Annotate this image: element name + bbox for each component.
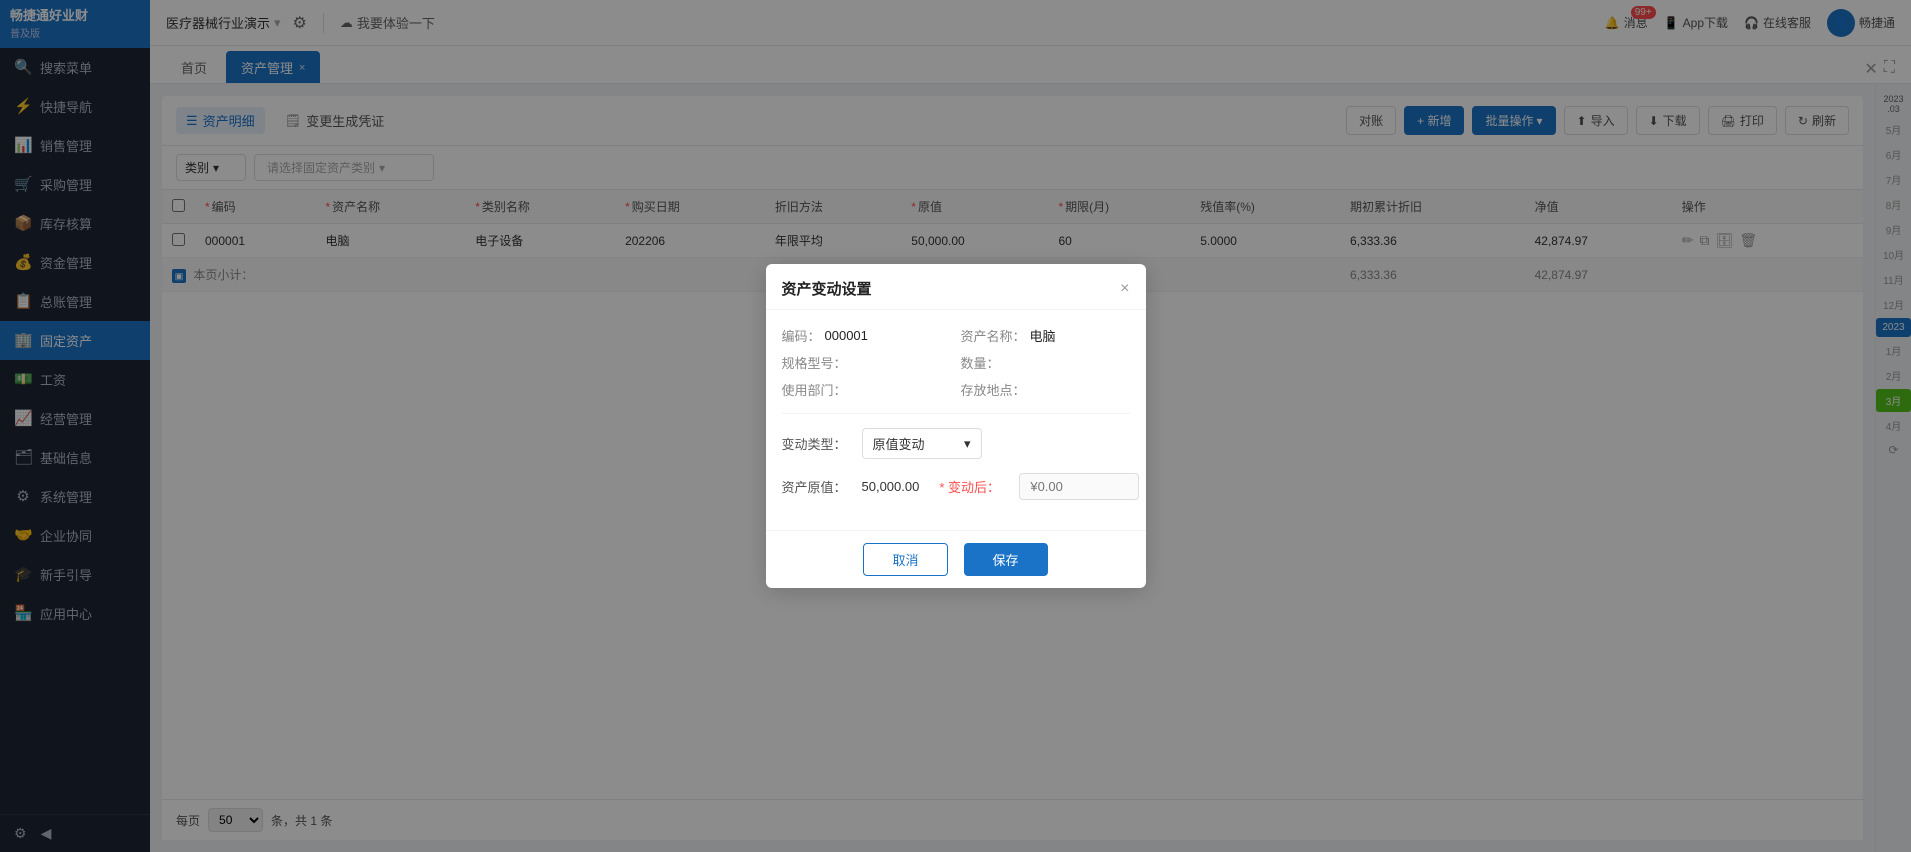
asset-change-dialog: 资产变动设置 × 编码： 000001 资产名称： 电脑 规格型号： 数量： (766, 264, 1146, 588)
dialog-quantity-field: 数量： (961, 353, 1130, 372)
dialog-asset-name-field: 资产名称： 电脑 (961, 326, 1130, 345)
dialog-title: 资产变动设置 (782, 278, 872, 299)
after-change-input[interactable] (1019, 473, 1139, 500)
save-button[interactable]: 保存 (964, 543, 1048, 576)
change-type-chevron-icon: ▾ (964, 436, 971, 452)
change-type-select[interactable]: 原值变动 ▾ (862, 428, 982, 459)
dialog-spec-field: 规格型号： (782, 353, 951, 372)
dialog-info-grid: 编码： 000001 资产名称： 电脑 规格型号： 数量： 使用部门： (782, 326, 1130, 399)
dialog-close-btn[interactable]: × (1120, 280, 1129, 298)
dialog-location-field: 存放地点： (961, 380, 1130, 399)
dialog-divider (782, 413, 1130, 414)
cancel-button[interactable]: 取消 (863, 543, 947, 576)
dialog-header: 资产变动设置 × (766, 264, 1146, 310)
dialog-body: 编码： 000001 资产名称： 电脑 规格型号： 数量： 使用部门： (766, 310, 1146, 530)
dialog-code-field: 编码： 000001 (782, 326, 951, 345)
after-change-label: * 变动后： (939, 477, 1009, 496)
original-value-row: 资产原值： 50,000.00 * 变动后： (782, 473, 1130, 500)
modal-overlay: 资产变动设置 × 编码： 000001 资产名称： 电脑 规格型号： 数量： (0, 0, 1911, 852)
dialog-department-field: 使用部门： (782, 380, 951, 399)
dialog-footer: 取消 保存 (766, 530, 1146, 588)
change-type-row: 变动类型： 原值变动 ▾ (782, 428, 1130, 459)
